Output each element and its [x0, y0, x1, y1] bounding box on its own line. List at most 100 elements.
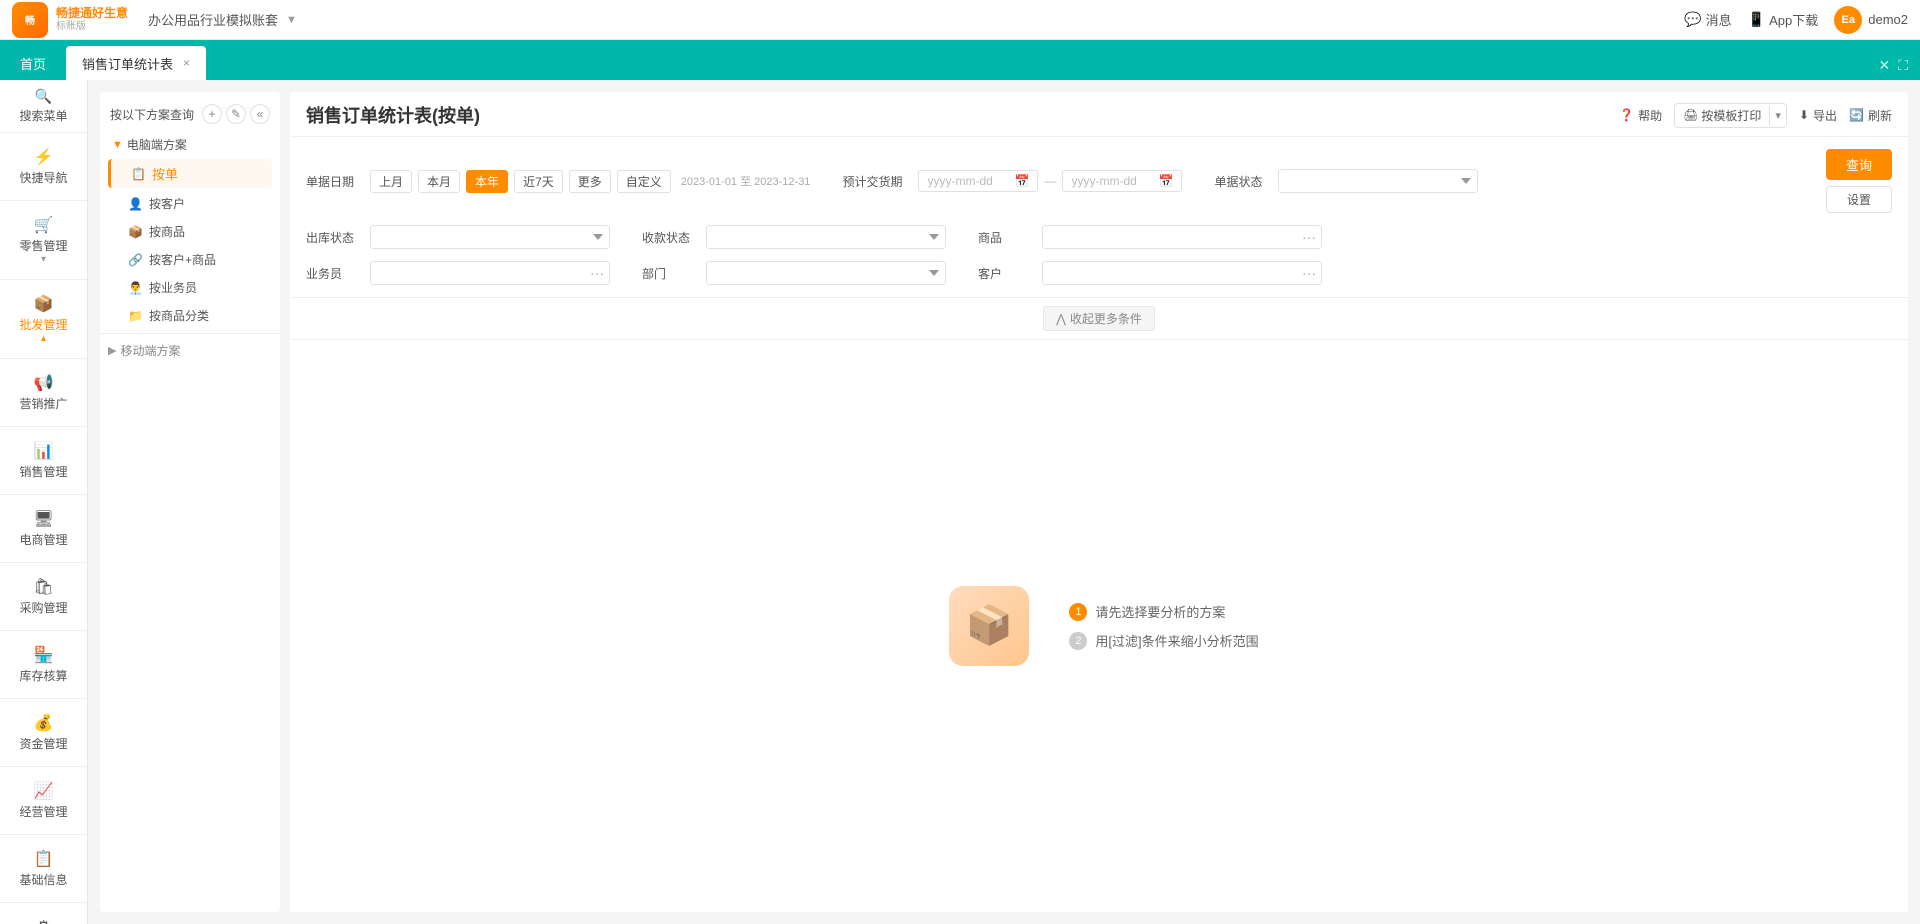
dept-label: 部门	[642, 265, 690, 282]
settings-btn[interactable]: 设置	[1826, 186, 1892, 213]
tab-sales-stats[interactable]: 销售订单统计表 ×	[66, 46, 206, 80]
pc-scheme-group-header[interactable]: ▼ 电脑端方案	[108, 132, 272, 157]
purchase-icon: 🛍	[33, 577, 53, 597]
dept-select[interactable]	[706, 261, 946, 285]
sidebar: 🔍 搜索菜单 ⚡ 快捷导航 🛒 零售管理 ▾ 📦 批发管理 ▴	[0, 80, 88, 924]
scheme-item-goods[interactable]: 📦 按商品	[108, 218, 272, 245]
tab-home-label: 首页	[20, 54, 46, 73]
empty-illustration: 📦	[939, 576, 1039, 676]
sidebar-item-operation[interactable]: 📈 经营管理	[4, 775, 83, 826]
refresh-btn[interactable]: 🔄 刷新	[1849, 107, 1892, 124]
btn-this-year[interactable]: 本年	[466, 170, 508, 193]
salesman-input[interactable]	[370, 261, 610, 285]
sidebar-retail-label: 零售管理	[19, 237, 67, 254]
pc-section-label: 电脑端方案	[127, 136, 187, 153]
sidebar-search-label[interactable]: 搜索菜单	[19, 107, 67, 124]
end-date-input[interactable]: yyyy-mm-dd 📅	[1062, 170, 1182, 192]
customer-dots[interactable]: ···	[1302, 265, 1316, 281]
btn-more[interactable]: 更多	[569, 170, 611, 193]
salesman-scheme-icon: 👨‍💼	[128, 281, 143, 295]
sidebar-item-ecommerce[interactable]: 🖥 电商管理	[4, 503, 83, 554]
window-expand-icon[interactable]: ⛶	[1898, 57, 1908, 74]
payment-status-select[interactable]	[706, 225, 946, 249]
edit-scheme-btn[interactable]: ✎	[226, 104, 246, 124]
scheme-item-customer[interactable]: 👤 按客户	[108, 190, 272, 217]
btn-last7[interactable]: 近7天	[514, 170, 563, 193]
message-btn[interactable]: 💬 消息	[1684, 10, 1731, 29]
ship-status-select[interactable]	[370, 225, 610, 249]
page-actions: ❓ 帮助 🖨 按模板打印 ▾	[1619, 103, 1892, 128]
print-btn[interactable]: 🖨 按模板打印	[1675, 104, 1769, 127]
customer-input[interactable]	[1042, 261, 1322, 285]
mobile-scheme-header[interactable]: ▶ 移动端方案	[100, 338, 280, 363]
calendar-icon-end[interactable]: 📅	[1159, 174, 1174, 188]
sidebar-item-system[interactable]: ⚙ 系统管理	[4, 911, 83, 924]
ecommerce-icon: 🖥	[33, 509, 53, 529]
start-date-input[interactable]: yyyy-mm-dd 📅	[918, 170, 1038, 192]
filter-area: 单据日期 上月 本月 本年 近7天 更多 自定义 2023-01-01 至 20…	[290, 137, 1908, 298]
scheme-item-customer-goods[interactable]: 🔗 按客户+商品	[108, 246, 272, 273]
sidebar-item-sales[interactable]: 📊 销售管理	[4, 435, 83, 486]
btn-last-month[interactable]: 上月	[370, 170, 412, 193]
calendar-icon-start[interactable]: 📅	[1015, 174, 1030, 188]
user-area[interactable]: Ea demo2	[1834, 6, 1908, 34]
status-select[interactable]	[1278, 169, 1478, 193]
add-scheme-btn[interactable]: +	[202, 104, 222, 124]
workspace-dropdown-icon[interactable]: ▼	[286, 14, 297, 26]
status-select-container	[1278, 169, 1478, 193]
pc-scheme-group: ▼ 电脑端方案 📋 按单 👤 按客户 📦 按商品	[100, 132, 280, 329]
retail-icon: 🛒	[34, 215, 54, 235]
export-btn[interactable]: ⬇ 导出	[1799, 107, 1837, 124]
tab-close-icon[interactable]: ×	[183, 56, 190, 70]
sidebar-item-finance[interactable]: 💰 资金管理	[4, 707, 83, 758]
operation-icon: 📈	[34, 781, 54, 801]
sidebar-item-wholesale[interactable]: 📦 批发管理 ▴	[4, 288, 83, 350]
goods-dots[interactable]: ···	[1302, 229, 1316, 245]
btn-custom[interactable]: 自定义	[617, 170, 671, 193]
hint-text-1: 请先选择要分析的方案	[1095, 602, 1225, 621]
window-close-icon[interactable]: ✕	[1878, 57, 1890, 74]
scheme-item-goods-category[interactable]: 📁 按商品分类	[108, 302, 272, 329]
page-container: 按以下方案查询 + ✎ « ▼ 电脑端方案 📋 按单	[88, 80, 1920, 924]
tab-bar: 首页 销售订单统计表 × ✕ ⛶	[0, 40, 1920, 80]
sidebar-basic-section: 📋 基础信息	[0, 835, 87, 903]
scheme-customer-goods-label: 按客户+商品	[149, 251, 216, 268]
sidebar-retail-section: 🛒 零售管理 ▾	[0, 201, 87, 280]
btn-this-month[interactable]: 本月	[418, 170, 460, 193]
goods-input[interactable]	[1042, 225, 1322, 249]
scheme-item-salesman[interactable]: 👨‍💼 按业务员	[108, 274, 272, 301]
mobile-section-label: 移动端方案	[120, 342, 180, 359]
sidebar-item-purchase[interactable]: 🛍 采购管理	[4, 571, 83, 622]
app-logo: 畅	[12, 2, 48, 38]
goods-category-scheme-icon: 📁	[128, 309, 143, 323]
salesman-dots[interactable]: ···	[590, 265, 604, 281]
collapse-panel-btn[interactable]: «	[250, 104, 270, 124]
goods-input-wrap: ···	[1042, 225, 1322, 249]
inventory-icon: 🏪	[34, 645, 54, 665]
sidebar-item-inventory[interactable]: 🏪 库存核算	[4, 639, 83, 690]
sidebar-item-marketing[interactable]: 📢 营销推广	[4, 367, 83, 418]
scheme-item-active[interactable]: 📋 按单	[108, 159, 272, 188]
logo-area: 畅 畅捷通好生意 标账版	[12, 2, 128, 38]
print-dropdown-arrow[interactable]: ▾	[1769, 106, 1786, 125]
system-icon: ⚙	[36, 917, 50, 924]
sidebar-quick-nav: ⚡ 快捷导航	[0, 133, 87, 201]
tab-home[interactable]: 首页	[4, 46, 62, 80]
query-btn[interactable]: 查询	[1826, 149, 1892, 180]
empty-state: 📦 1 请先选择要分析的方案 2 用[过滤]条件来缩小分析范围	[290, 340, 1908, 912]
hint-num-1: 1	[1069, 603, 1087, 621]
sidebar-item-quick-nav[interactable]: ⚡ 快捷导航	[4, 141, 83, 192]
app-name: 畅捷通好生意	[56, 6, 128, 20]
print-label: 按模板打印	[1701, 107, 1761, 124]
help-btn[interactable]: ❓ 帮助	[1619, 107, 1662, 124]
sidebar-item-basic[interactable]: 📋 基础信息	[4, 843, 83, 894]
tab-window-controls: ✕ ⛶	[1866, 57, 1920, 80]
sidebar-item-retail[interactable]: 🛒 零售管理 ▾	[4, 209, 83, 271]
date-range-text: 2023-01-01 至 2023-12-31	[681, 173, 811, 189]
wholesale-expand-icon: ▴	[41, 333, 46, 344]
user-name: demo2	[1868, 12, 1908, 27]
collapse-filter-btn[interactable]: ⋀ 收起更多条件	[1043, 306, 1155, 331]
sidebar-operation-section: 📈 经营管理	[0, 767, 87, 835]
app-download-btn[interactable]: 📱 App下载	[1748, 10, 1819, 29]
hint-text-2: 用[过滤]条件来缩小分析范围	[1095, 631, 1258, 650]
